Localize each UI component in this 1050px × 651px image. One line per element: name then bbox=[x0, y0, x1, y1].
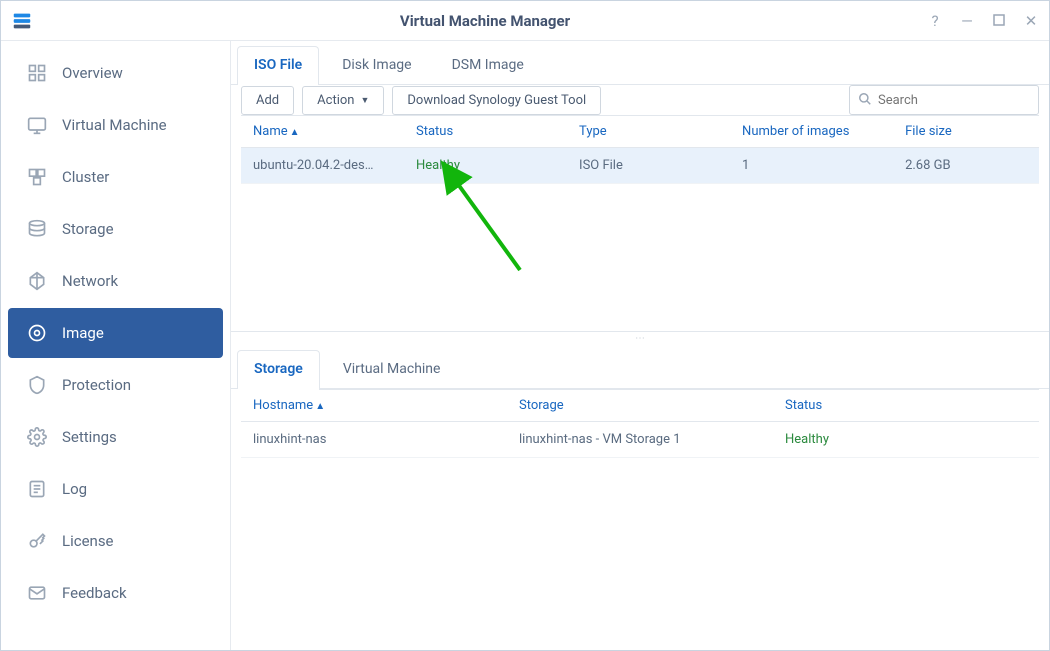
sidebar-item-label: Storage bbox=[62, 220, 114, 238]
pane-splitter[interactable]: ⋯ bbox=[231, 331, 1049, 345]
gear-icon bbox=[26, 426, 48, 448]
sort-asc-icon: ▲ bbox=[290, 127, 300, 138]
sidebar-item-license[interactable]: License bbox=[8, 516, 223, 566]
overview-icon bbox=[26, 62, 48, 84]
col-file-size[interactable]: File size bbox=[893, 116, 1039, 148]
sidebar-item-storage[interactable]: Storage bbox=[8, 204, 223, 254]
table-row[interactable]: linuxhint-nas linuxhint-nas - VM Storage… bbox=[241, 422, 1039, 458]
col-name[interactable]: Name▲ bbox=[241, 116, 404, 148]
col-status-lower[interactable]: Status bbox=[773, 390, 1039, 422]
cell-name: ubuntu-20.04.2-des… bbox=[253, 158, 392, 173]
chevron-down-icon: ▼ bbox=[360, 95, 369, 106]
tab-storage[interactable]: Storage bbox=[237, 350, 320, 389]
main-content: ISO File Disk Image DSM Image Add Action… bbox=[231, 41, 1049, 650]
col-type[interactable]: Type bbox=[567, 116, 730, 148]
cell-hostname: linuxhint-nas bbox=[241, 422, 507, 458]
storage-icon bbox=[26, 218, 48, 240]
sidebar-item-label: Log bbox=[62, 480, 87, 498]
sort-asc-icon: ▲ bbox=[315, 401, 325, 412]
action-button-label: Action bbox=[317, 93, 354, 108]
sidebar-item-protection[interactable]: Protection bbox=[8, 360, 223, 410]
sidebar-item-settings[interactable]: Settings bbox=[8, 412, 223, 462]
col-num-images[interactable]: Number of images bbox=[730, 116, 893, 148]
action-button[interactable]: Action ▼ bbox=[302, 86, 384, 115]
window-title: Virtual Machine Manager bbox=[43, 12, 927, 30]
col-storage[interactable]: Storage bbox=[507, 390, 773, 422]
sidebar: Overview Virtual Machine Cluster Storage bbox=[1, 41, 231, 650]
search-icon bbox=[858, 91, 872, 110]
tab-virtual-machine[interactable]: Virtual Machine bbox=[326, 350, 458, 389]
sidebar-item-overview[interactable]: Overview bbox=[8, 48, 223, 98]
search-input[interactable] bbox=[878, 93, 1044, 108]
download-guest-tool-button[interactable]: Download Synology Guest Tool bbox=[392, 86, 601, 115]
add-button[interactable]: Add bbox=[241, 86, 294, 115]
cell-num-images: 1 bbox=[730, 148, 893, 184]
protection-icon bbox=[26, 374, 48, 396]
help-icon[interactable]: ? bbox=[927, 12, 943, 30]
sidebar-item-feedback[interactable]: Feedback bbox=[8, 568, 223, 618]
sidebar-item-cluster[interactable]: Cluster bbox=[8, 152, 223, 202]
sidebar-item-label: Protection bbox=[62, 376, 131, 394]
titlebar: Virtual Machine Manager ? — ✕ bbox=[1, 1, 1049, 41]
sidebar-item-label: License bbox=[62, 532, 114, 550]
detail-tabs: Storage Virtual Machine bbox=[231, 345, 1049, 389]
sidebar-item-network[interactable]: Network bbox=[8, 256, 223, 306]
close-icon[interactable]: ✕ bbox=[1023, 12, 1039, 30]
app-icon bbox=[11, 10, 33, 32]
sidebar-item-label: Cluster bbox=[62, 168, 109, 186]
key-icon bbox=[26, 530, 48, 552]
cell-status: Healthy bbox=[785, 432, 829, 447]
sidebar-item-label: Image bbox=[62, 324, 104, 342]
tab-iso-file[interactable]: ISO File bbox=[237, 46, 319, 85]
sidebar-item-vm[interactable]: Virtual Machine bbox=[8, 100, 223, 150]
sidebar-item-label: Overview bbox=[62, 64, 123, 82]
storage-table: Hostname▲ Storage Status linuxhint-nas l… bbox=[241, 389, 1039, 458]
cell-storage: linuxhint-nas - VM Storage 1 bbox=[507, 422, 773, 458]
app-window: Virtual Machine Manager ? — ✕ Overview bbox=[0, 0, 1050, 651]
tab-disk-image[interactable]: Disk Image bbox=[325, 46, 428, 85]
search-box[interactable] bbox=[849, 85, 1039, 115]
cluster-icon bbox=[26, 166, 48, 188]
col-hostname[interactable]: Hostname▲ bbox=[241, 390, 507, 422]
sidebar-item-label: Settings bbox=[62, 428, 117, 446]
image-pane: ISO File Disk Image DSM Image Add Action… bbox=[231, 41, 1049, 331]
minimize-icon[interactable]: — bbox=[959, 12, 975, 30]
maximize-icon[interactable] bbox=[991, 12, 1007, 30]
sidebar-item-log[interactable]: Log bbox=[8, 464, 223, 514]
vm-icon bbox=[26, 114, 48, 136]
cell-file-size: 2.68 GB bbox=[893, 148, 1039, 184]
log-icon bbox=[26, 478, 48, 500]
image-tabs: ISO File Disk Image DSM Image bbox=[231, 41, 1049, 85]
detail-pane: Storage Virtual Machine Hostname▲ Storag… bbox=[231, 345, 1049, 650]
cell-status: Healthy bbox=[416, 158, 460, 173]
table-row[interactable]: ubuntu-20.04.2-des… Healthy ISO File 1 2… bbox=[241, 148, 1039, 184]
tab-dsm-image[interactable]: DSM Image bbox=[435, 46, 541, 85]
image-icon bbox=[26, 322, 48, 344]
sidebar-item-image[interactable]: Image bbox=[8, 308, 223, 358]
sidebar-item-label: Feedback bbox=[62, 584, 127, 602]
sidebar-item-label: Network bbox=[62, 272, 118, 290]
window-controls: ? — ✕ bbox=[927, 12, 1039, 30]
sidebar-item-label: Virtual Machine bbox=[62, 116, 167, 134]
mail-icon bbox=[26, 582, 48, 604]
image-toolbar: Add Action ▼ Download Synology Guest Too… bbox=[231, 85, 1049, 115]
image-table: Name▲ Status Type Number of images File … bbox=[241, 115, 1039, 184]
network-icon bbox=[26, 270, 48, 292]
cell-type: ISO File bbox=[567, 148, 730, 184]
col-status[interactable]: Status bbox=[404, 116, 567, 148]
